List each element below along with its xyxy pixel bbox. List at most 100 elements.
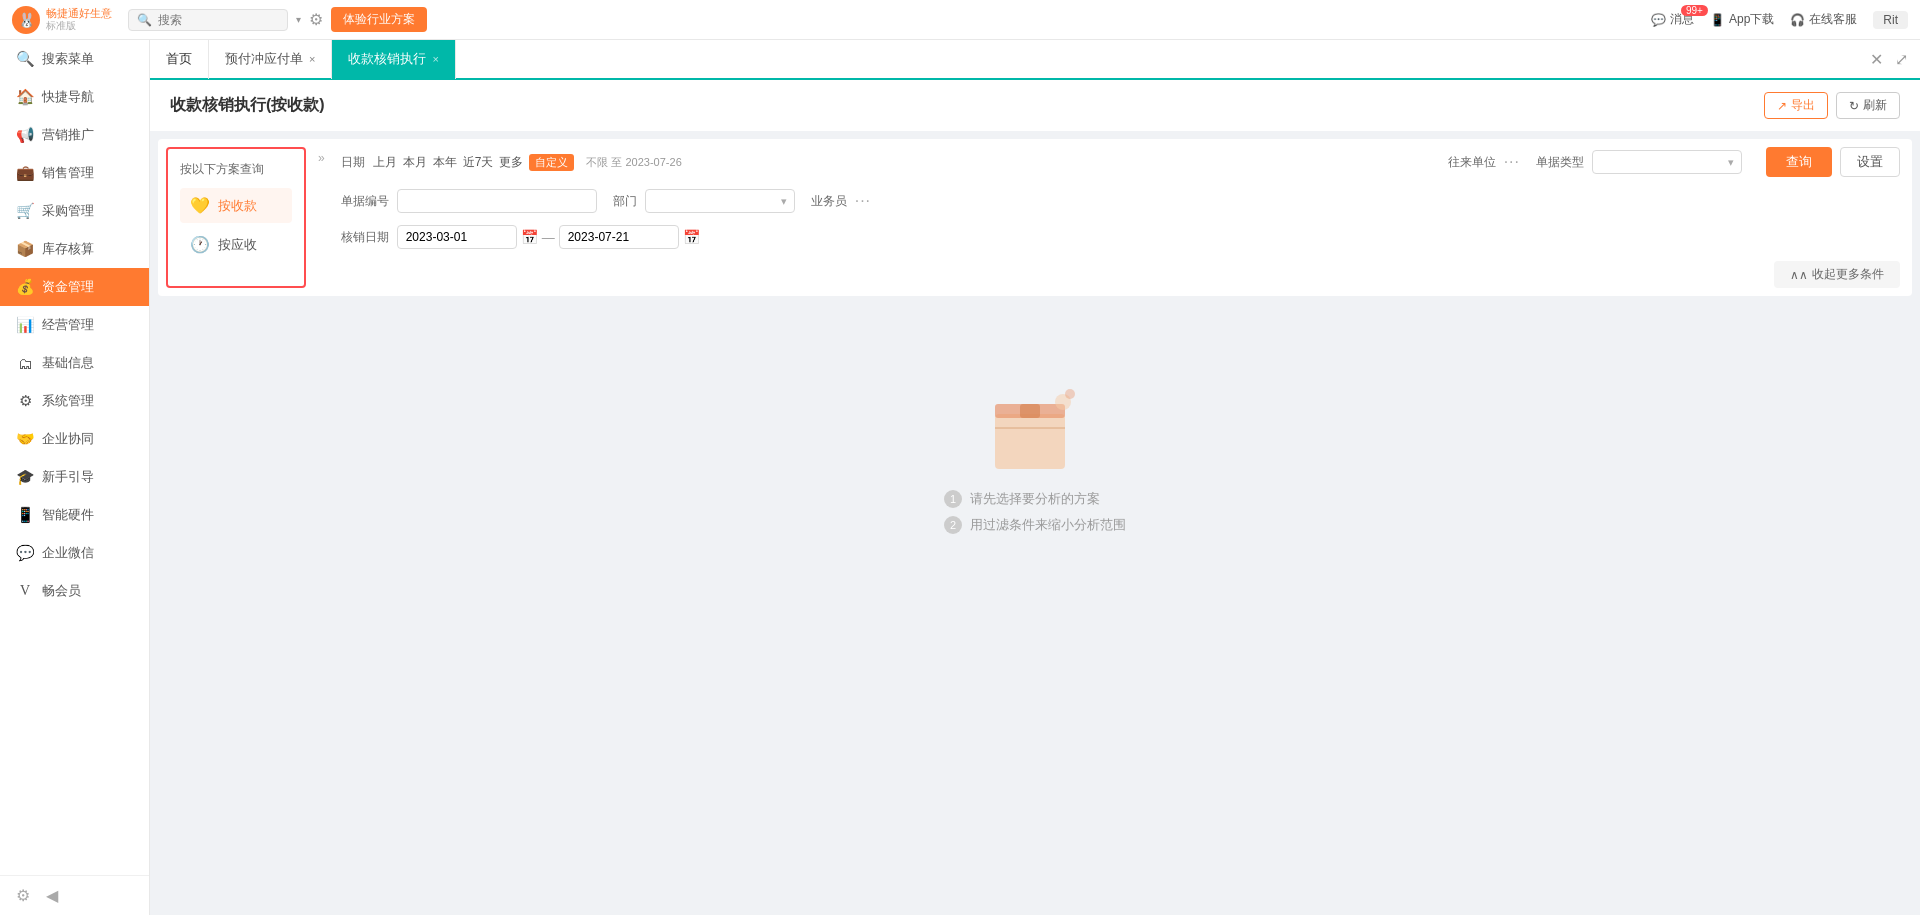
filter-doc-number: 单据编号	[341, 189, 597, 213]
chevron-up-icon: ∧∧	[1790, 268, 1808, 282]
filter-option-by-payable[interactable]: 🕐 按应收	[180, 227, 292, 262]
inventory-icon: 📦	[16, 240, 34, 258]
receipt-icon: 💛	[190, 196, 210, 215]
filter-trade-partner: 往来单位 ···	[1448, 153, 1520, 171]
trade-partner-input[interactable]: ···	[1504, 153, 1520, 171]
basic-icon: 🗂	[16, 355, 34, 372]
expand-tab-action[interactable]: ⤢	[1891, 46, 1912, 73]
chevron-down-icon[interactable]: ▾	[296, 14, 301, 25]
dept-select-wrap	[645, 189, 795, 213]
message-button[interactable]: 💬 消息 99+	[1651, 11, 1694, 28]
wechat-icon: 💬	[16, 544, 34, 562]
sidebar-item-basic[interactable]: 🗂 基础信息	[0, 344, 149, 382]
sidebar-item-guide[interactable]: 🎓 新手引导	[0, 458, 149, 496]
app-download-button[interactable]: 📱 App下载	[1710, 11, 1774, 28]
sidebar-item-sales[interactable]: 💼 销售管理	[0, 154, 149, 192]
filter-salesperson: 业务员 ···	[811, 192, 871, 210]
gear-icon[interactable]: ⚙	[309, 10, 323, 29]
sidebar-item-wechat[interactable]: 💬 企业微信	[0, 534, 149, 572]
filter-dept: 部门	[613, 189, 795, 213]
customer-service-button[interactable]: 🎧 在线客服	[1790, 11, 1857, 28]
settings-bottom-icon[interactable]: ⚙	[16, 886, 30, 905]
page-title: 收款核销执行(按收款)	[170, 95, 325, 116]
collapse-more-button[interactable]: ∧∧ 收起更多条件	[1774, 261, 1900, 288]
date-custom-badge[interactable]: 自定义	[529, 154, 574, 171]
filter-verify-date: 核销日期 📅 — 📅	[341, 225, 700, 249]
sidebar-item-collab[interactable]: 🤝 企业协同	[0, 420, 149, 458]
tab-close-collection[interactable]: ×	[432, 53, 438, 65]
business-icon: 📊	[16, 316, 34, 334]
setting-button[interactable]: 设置	[1840, 147, 1900, 177]
sidebar-item-inventory[interactable]: 📦 库存核算	[0, 230, 149, 268]
filter-collapse-btn[interactable]: »	[314, 151, 329, 165]
refresh-button[interactable]: ↻ 刷新	[1836, 92, 1900, 119]
empty-tip-2: 2 用过滤条件来缩小分析范围	[944, 516, 1126, 534]
search-icon: 🔍	[137, 13, 152, 27]
date-label: 日期	[341, 154, 365, 171]
date-7-days[interactable]: 近7天	[463, 154, 494, 171]
sidebar-bottom: ⚙ ◀	[0, 875, 149, 915]
tab-bar: 首页 预付冲应付单 × 收款核销执行 × ✕ ⤢	[150, 40, 1920, 80]
calendar-start-icon[interactable]: 📅	[521, 229, 538, 245]
purchase-icon: 🛒	[16, 202, 34, 220]
filter-type-panel: 按以下方案查询 💛 按收款 🕐 按应收	[166, 147, 306, 288]
doc-number-label: 单据编号	[341, 193, 389, 210]
verify-date-start-input[interactable]	[397, 225, 517, 249]
sidebar-item-finance[interactable]: 💰 资金管理	[0, 268, 149, 306]
sidebar-item-marketing[interactable]: 📢 营销推广	[0, 116, 149, 154]
search-input[interactable]	[158, 13, 278, 27]
top-bar: 🐰 畅捷通好生意 标准版 🔍 ▾ ⚙ 体验行业方案 💬 消息 99+ 📱 App…	[0, 0, 1920, 40]
page-content: 收款核销执行(按收款) ↗ 导出 ↻ 刷新 按以下方案查询	[150, 80, 1920, 915]
date-this-year[interactable]: 本年	[433, 154, 457, 171]
empty-illustration-svg	[985, 384, 1085, 474]
sales-icon: 💼	[16, 164, 34, 182]
trial-button[interactable]: 体验行业方案	[331, 7, 427, 32]
collapse-sidebar-icon[interactable]: ◀	[46, 886, 58, 905]
tab-home[interactable]: 首页	[150, 40, 209, 79]
tab-collection[interactable]: 收款核销执行 ×	[332, 40, 455, 79]
top-search-box[interactable]: 🔍	[128, 9, 288, 31]
verify-date-end-input[interactable]	[559, 225, 679, 249]
message-icon: 💬	[1651, 13, 1666, 27]
date-last-month[interactable]: 上月	[373, 154, 397, 171]
main-layout: 🔍 搜索菜单 🏠 快捷导航 📢 营销推广 💼 销售管理 🛒 采购管理 📦 库存核…	[0, 40, 1920, 915]
sidebar-item-member[interactable]: V 畅会员	[0, 572, 149, 610]
content-area: 首页 预付冲应付单 × 收款核销执行 × ✕ ⤢ 收款核销执行(按收款)	[150, 40, 1920, 915]
sidebar-item-business[interactable]: 📊 经营管理	[0, 306, 149, 344]
filter-option-by-receipt[interactable]: 💛 按收款	[180, 188, 292, 223]
sidebar-item-search[interactable]: 🔍 搜索菜单	[0, 40, 149, 78]
sidebar-item-hardware[interactable]: 📱 智能硬件	[0, 496, 149, 534]
tab-bar-actions: ✕ ⤢	[1866, 46, 1920, 73]
calendar-end-icon[interactable]: 📅	[683, 229, 700, 245]
sidebar-item-purchase[interactable]: 🛒 采购管理	[0, 192, 149, 230]
sidebar-item-quicknav[interactable]: 🏠 快捷导航	[0, 78, 149, 116]
svg-rect-0	[995, 414, 1065, 469]
filter-panel: 按以下方案查询 💛 按收款 🕐 按应收 »	[158, 139, 1912, 296]
tab-prepay[interactable]: 预付冲应付单 ×	[209, 40, 332, 79]
export-button[interactable]: ↗ 导出	[1764, 92, 1828, 119]
filter-date: 日期 上月 本月 本年 近7天 更多 自定义 不限 至 2023-07-26	[341, 154, 682, 171]
logo-text: 畅捷通好生意 标准版	[46, 7, 112, 32]
filter-row-2: 单据编号 部门 业务员	[341, 189, 1900, 213]
message-badge: 99+	[1681, 5, 1708, 16]
doc-number-input[interactable]	[397, 189, 597, 213]
collapse-more-row: ∧∧ 收起更多条件	[341, 261, 1900, 288]
top-bar-right: 💬 消息 99+ 📱 App下载 🎧 在线客服 Rit	[1651, 11, 1908, 29]
refresh-icon: ↻	[1849, 99, 1859, 113]
tab-close-prepay[interactable]: ×	[309, 53, 315, 65]
doc-type-select[interactable]	[1592, 150, 1742, 174]
date-more[interactable]: 更多	[499, 154, 523, 171]
close-tab-action[interactable]: ✕	[1866, 46, 1887, 73]
verify-date-label: 核销日期	[341, 229, 389, 246]
date-separator: —	[542, 230, 555, 245]
dept-select[interactable]	[645, 189, 795, 213]
salesperson-input[interactable]: ···	[855, 192, 871, 210]
filter-actions: 查询 设置	[1766, 147, 1900, 177]
sidebar-item-system[interactable]: ⚙ 系统管理	[0, 382, 149, 420]
date-this-month[interactable]: 本月	[403, 154, 427, 171]
sidebar: 🔍 搜索菜单 🏠 快捷导航 📢 营销推广 💼 销售管理 🛒 采购管理 📦 库存核…	[0, 40, 150, 915]
user-menu[interactable]: Rit	[1873, 11, 1908, 29]
query-button[interactable]: 查询	[1766, 147, 1832, 177]
date-shortcuts: 上月 本月 本年 近7天 更多 自定义	[373, 154, 575, 171]
trade-partner-label: 往来单位	[1448, 154, 1496, 171]
